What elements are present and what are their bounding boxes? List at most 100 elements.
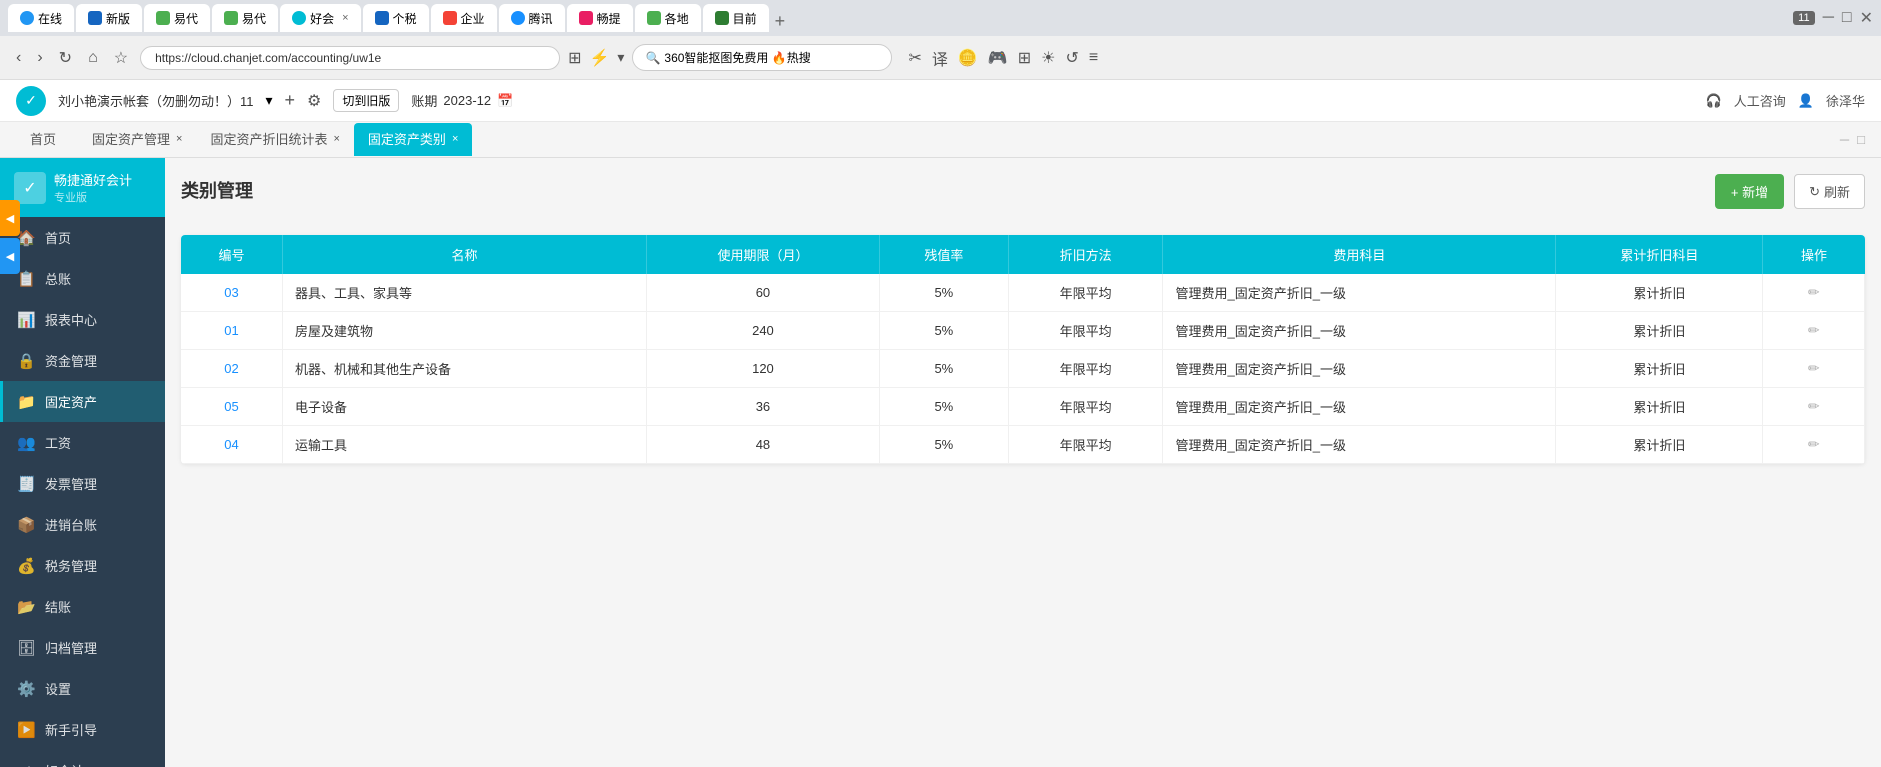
edit-icon-1[interactable]: ✏ (1808, 322, 1820, 338)
sidebar-item-salary[interactable]: 👥 工资 (0, 422, 165, 463)
browser-tab-easy2[interactable]: 易代 (212, 4, 278, 32)
add-account-btn[interactable]: + (285, 90, 296, 111)
game-icon[interactable]: 🎮 (988, 48, 1008, 68)
grid-icon[interactable]: ⊞ (1018, 48, 1031, 68)
sidebar-item-home[interactable]: 🏠 首页 (0, 217, 165, 258)
cell-method-2: 年限平均 (1008, 350, 1163, 388)
cell-action-4: ✏ (1763, 426, 1865, 464)
sidebar-item-tax[interactable]: 💰 税务管理 (0, 545, 165, 586)
browser-tab-changte[interactable]: 畅提 (567, 4, 633, 32)
dropdown-icon[interactable]: ▾ (617, 49, 624, 66)
dropdown-account-btn[interactable]: ▾ (266, 92, 273, 109)
switch-version-btn[interactable]: 切到旧版 (333, 89, 399, 112)
sidebar-item-fixed-assets[interactable]: 📁 固定资产 (0, 381, 165, 422)
restore-icon[interactable]: □ (1842, 9, 1852, 27)
help-label[interactable]: 人工咨询 (1734, 91, 1786, 110)
cell-expense-1: 管理费用_固定资产折旧_一级 (1163, 312, 1556, 350)
sidebar-item-purchase-sales[interactable]: 📦 进销台账 (0, 504, 165, 545)
sidebar-item-invoice[interactable]: 🧾 发票管理 (0, 463, 165, 504)
edit-icon-3[interactable]: ✏ (1808, 398, 1820, 414)
sidebar-logo-subtitle: 专业版 (54, 189, 132, 205)
sidebar-item-label: 税务管理 (45, 556, 97, 575)
tab-home[interactable]: 首页 (16, 123, 70, 156)
tab-close-fixed-mgmt[interactable]: × (176, 133, 182, 145)
toolbar: + 新增 ↻ 刷新 (1715, 174, 1865, 209)
sidebar-logo-title: 畅捷通好会计 (54, 170, 132, 189)
home-button[interactable]: ⌂ (84, 45, 102, 71)
app-logo: ✓ (16, 86, 46, 116)
cell-expense-4: 管理费用_固定资产折旧_一级 (1163, 426, 1556, 464)
tab-label: 易代 (242, 10, 266, 27)
translate-icon[interactable]: 译 (932, 46, 948, 70)
browser-tab-tencent[interactable]: 腾讯 (499, 4, 565, 32)
tab-close-icon[interactable]: × (342, 12, 348, 24)
sidebar-item-settings[interactable]: ⚙️ 设置 (0, 668, 165, 709)
cell-action-0: ✏ (1763, 274, 1865, 312)
cell-residual-0: 5% (880, 274, 1009, 312)
tab-fixed-assets-category[interactable]: 固定资产类别 × (354, 123, 472, 156)
tab-depreciation-stats[interactable]: 固定资产折旧统计表 × (196, 123, 353, 156)
sidebar-logo-text-block: 畅捷通好会计 专业版 (54, 170, 132, 205)
device-icon: ⊞ (568, 48, 581, 68)
browser-tab-online[interactable]: 在线 (8, 4, 74, 32)
edit-icon-4[interactable]: ✏ (1808, 436, 1820, 452)
cell-method-0: 年限平均 (1008, 274, 1163, 312)
edit-icon-2[interactable]: ✏ (1808, 360, 1820, 376)
expand-content-icon[interactable]: □ (1857, 132, 1865, 147)
sidebar-item-reports[interactable]: 📊 报表中心 (0, 299, 165, 340)
tab-close-depreciation[interactable]: × (333, 133, 339, 145)
minimize-icon[interactable]: ─ (1823, 9, 1834, 27)
forward-button[interactable]: › (33, 45, 46, 71)
settings-btn[interactable]: ⚙ (307, 91, 321, 111)
sidebar-item-archive[interactable]: 🗄 归档管理 (0, 627, 165, 668)
user-avatar-icon: 👤 (1798, 93, 1814, 109)
float-icon-1[interactable]: ◀ (0, 200, 20, 236)
sidebar-item-accounting[interactable]: ✓ 好会计 (0, 750, 165, 767)
gear-icon: ⚙️ (17, 680, 35, 698)
cell-period-3: 36 (646, 388, 879, 426)
cell-residual-4: 5% (880, 426, 1009, 464)
refresh-button[interactable]: ↻ 刷新 (1794, 174, 1865, 209)
browser-tab-easy1[interactable]: 易代 (144, 4, 210, 32)
sidebar-logo: ✓ 畅捷通好会计 专业版 (0, 158, 165, 217)
tab-fixed-assets-mgmt[interactable]: 固定资产管理 × (78, 123, 196, 156)
floating-left-panel: ◀ ◀ (0, 200, 20, 274)
edit-icon-0[interactable]: ✏ (1808, 284, 1820, 300)
address-input[interactable] (140, 46, 560, 70)
badge-count: 11 (1793, 11, 1814, 25)
browser-tab-tax[interactable]: 个税 (363, 4, 429, 32)
table-row: 02 机器、机械和其他生产设备 120 5% 年限平均 管理费用_固定资产折旧_… (181, 350, 1865, 388)
back-button[interactable]: ‹ (12, 45, 25, 71)
calendar-icon[interactable]: 📅 (497, 93, 513, 109)
browser-tab-haokuai[interactable]: 好会 × (280, 4, 360, 32)
browser-tab-new[interactable]: 新版 (76, 4, 142, 32)
menu-icon[interactable]: ≡ (1089, 49, 1098, 67)
scissors-icon[interactable]: ✂ (908, 48, 921, 68)
browser-tab-gedi[interactable]: 各地 (635, 4, 701, 32)
sidebar-item-general-ledger[interactable]: 📋 总账 (0, 258, 165, 299)
browser-tab-enterprise[interactable]: 企业 (431, 4, 497, 32)
tab-label: 易代 (174, 10, 198, 27)
add-button[interactable]: + 新增 (1715, 174, 1784, 209)
undo-icon[interactable]: ↺ (1065, 48, 1078, 68)
close-icon[interactable]: ✕ (1860, 8, 1873, 28)
new-tab-button[interactable]: + (771, 11, 790, 32)
sidebar-item-funds[interactable]: 🔒 资金管理 (0, 340, 165, 381)
cell-id-3: 05 (181, 388, 283, 426)
tab-close-category[interactable]: × (452, 133, 458, 145)
float-icon-2[interactable]: ◀ (0, 238, 20, 274)
col-header-residual: 残值率 (880, 235, 1009, 274)
tab-label: 固定资产类别 (368, 129, 446, 148)
browser-tab-muqian[interactable]: 目前 (703, 4, 769, 32)
sun-icon[interactable]: ☀ (1041, 48, 1055, 68)
app-header: ✓ 刘小艳演示帐套（勿删勿动！）11 ▾ + ⚙ 切到旧版 账期 2023-12… (0, 80, 1881, 122)
cell-name-2: 机器、机械和其他生产设备 (283, 350, 647, 388)
reload-button[interactable]: ↻ (55, 44, 76, 72)
minimize-content-icon[interactable]: ─ (1840, 132, 1849, 147)
bookmark-button[interactable]: ☆ (110, 44, 132, 72)
sidebar-item-checkout[interactable]: 📂 结账 (0, 586, 165, 627)
coin-icon[interactable]: 🪙 (958, 48, 978, 68)
sidebar-item-label: 工资 (45, 433, 71, 452)
sidebar-item-guide[interactable]: ▶️ 新手引导 (0, 709, 165, 750)
lightning-icon: ⚡ (589, 48, 609, 68)
